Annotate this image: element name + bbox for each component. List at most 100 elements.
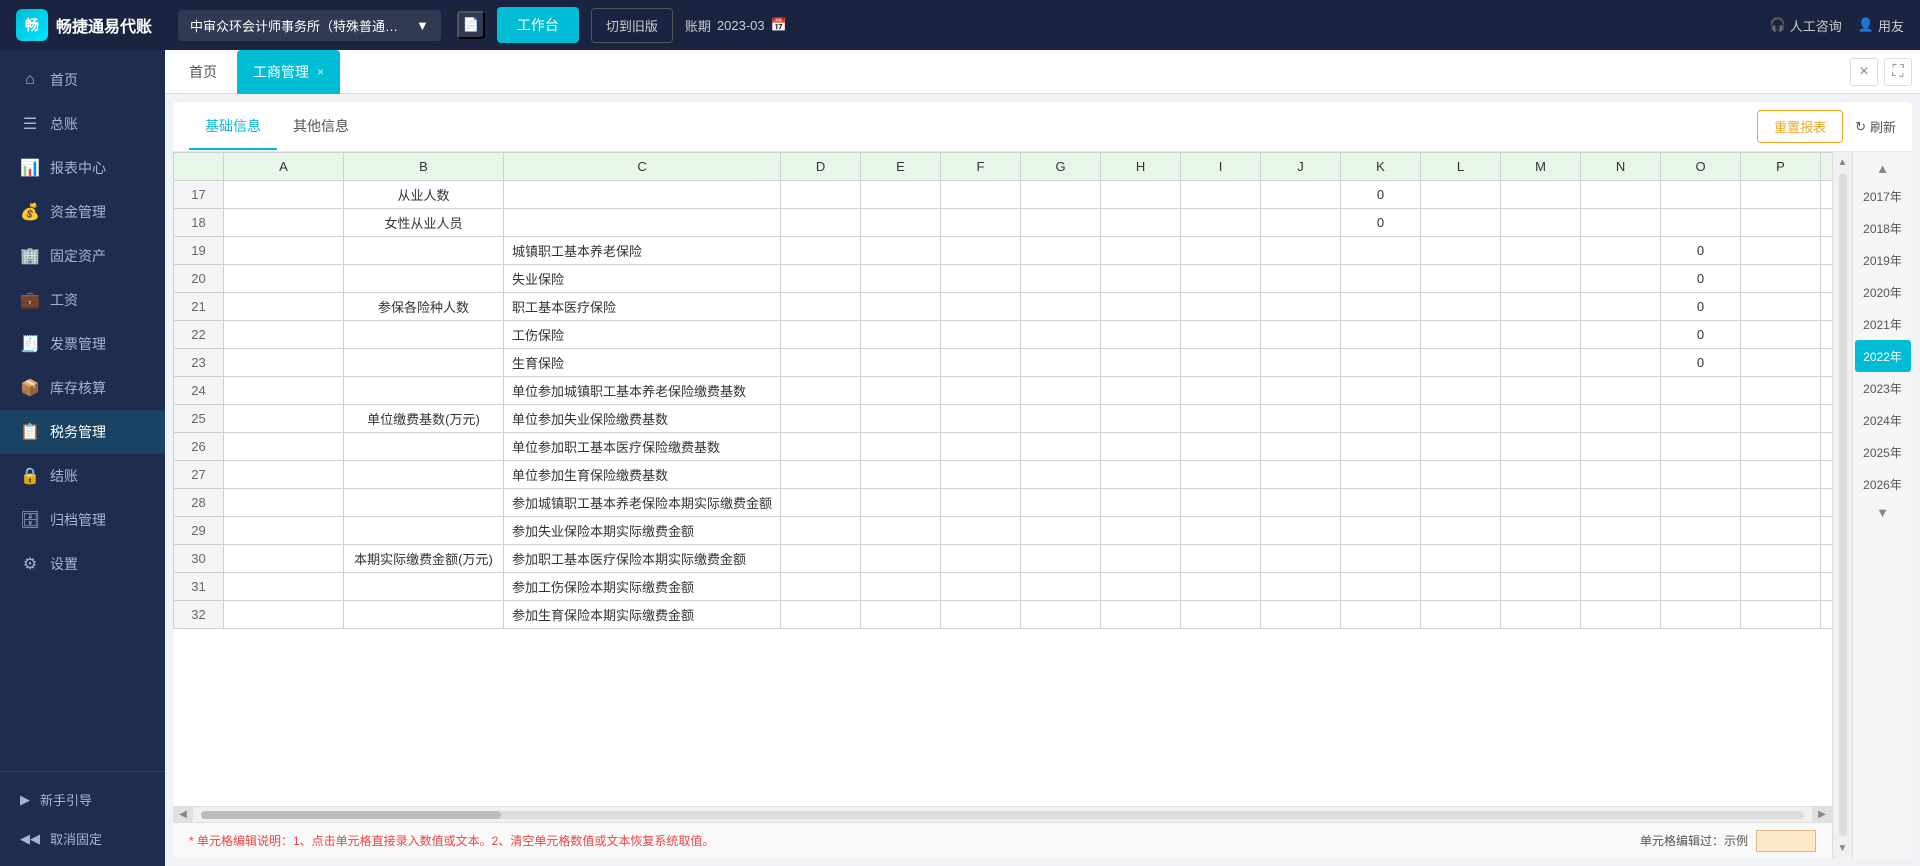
cell-data[interactable] bbox=[941, 489, 1021, 517]
cell-data[interactable] bbox=[1421, 489, 1501, 517]
cell-data[interactable] bbox=[1581, 517, 1661, 545]
cell-data[interactable] bbox=[781, 321, 861, 349]
document-icon-button[interactable]: 📄 bbox=[457, 11, 485, 39]
cell-data[interactable] bbox=[1501, 601, 1581, 629]
sidebar-item-closing[interactable]: 🔒 结账 bbox=[0, 454, 165, 498]
cell-data[interactable] bbox=[1741, 237, 1821, 265]
cell-data[interactable] bbox=[1501, 209, 1581, 237]
cell-b[interactable] bbox=[344, 601, 504, 629]
year-2018[interactable]: 2018年 bbox=[1855, 212, 1911, 244]
cell-data[interactable] bbox=[1181, 265, 1261, 293]
cell-o[interactable]: 0 bbox=[1661, 265, 1741, 293]
cell-k[interactable]: 0 bbox=[1341, 209, 1421, 237]
cell-data[interactable] bbox=[861, 209, 941, 237]
cell-data[interactable] bbox=[1421, 237, 1501, 265]
cell-b[interactable]: 从业人数 bbox=[344, 181, 504, 209]
cell-a[interactable] bbox=[224, 209, 344, 237]
cell-data[interactable] bbox=[861, 545, 941, 573]
cell-data[interactable] bbox=[941, 237, 1021, 265]
cell-data[interactable] bbox=[1741, 321, 1821, 349]
sidebar-item-settings[interactable]: ⚙ 设置 bbox=[0, 542, 165, 586]
cell-data[interactable] bbox=[1741, 405, 1821, 433]
cell-data[interactable] bbox=[1821, 405, 1832, 433]
cell-c[interactable]: 参加工伤保险本期实际缴费金额 bbox=[504, 573, 781, 601]
cell-data[interactable] bbox=[1421, 377, 1501, 405]
cell-data[interactable] bbox=[1741, 293, 1821, 321]
scroll-thumb[interactable] bbox=[201, 811, 501, 819]
cell-a[interactable] bbox=[224, 461, 344, 489]
cell-data[interactable] bbox=[1101, 545, 1181, 573]
cell-data[interactable] bbox=[1421, 461, 1501, 489]
cell-k[interactable] bbox=[1341, 293, 1421, 321]
cell-data[interactable] bbox=[1101, 433, 1181, 461]
cell-a[interactable] bbox=[224, 181, 344, 209]
cell-data[interactable] bbox=[1581, 489, 1661, 517]
cell-data[interactable] bbox=[1581, 433, 1661, 461]
cell-data[interactable] bbox=[1581, 601, 1661, 629]
cell-data[interactable] bbox=[941, 573, 1021, 601]
year-2021[interactable]: 2021年 bbox=[1855, 308, 1911, 340]
cell-data[interactable] bbox=[1741, 265, 1821, 293]
cell-data[interactable] bbox=[1421, 209, 1501, 237]
cell-data[interactable] bbox=[861, 181, 941, 209]
cell-data[interactable] bbox=[941, 461, 1021, 489]
sidebar-item-invoice[interactable]: 🧾 发票管理 bbox=[0, 322, 165, 366]
cell-c[interactable]: 生育保险 bbox=[504, 349, 781, 377]
calendar-icon[interactable]: 📅 bbox=[771, 17, 787, 33]
cell-data[interactable] bbox=[1181, 321, 1261, 349]
cell-data[interactable] bbox=[1501, 405, 1581, 433]
cell-data[interactable] bbox=[1021, 209, 1101, 237]
cell-data[interactable] bbox=[1101, 321, 1181, 349]
cell-o[interactable]: 0 bbox=[1661, 237, 1741, 265]
sidebar-item-newbie[interactable]: ▶ 新手引导 bbox=[0, 780, 165, 819]
cell-data[interactable] bbox=[1261, 405, 1341, 433]
cell-data[interactable] bbox=[1261, 601, 1341, 629]
cell-o[interactable] bbox=[1661, 545, 1741, 573]
cell-data[interactable] bbox=[1581, 293, 1661, 321]
cell-k[interactable] bbox=[1341, 601, 1421, 629]
cell-b[interactable] bbox=[344, 489, 504, 517]
cell-data[interactable] bbox=[1021, 377, 1101, 405]
cell-c[interactable]: 参加生育保险本期实际缴费金额 bbox=[504, 601, 781, 629]
sidebar-item-funds[interactable]: 💰 资金管理 bbox=[0, 190, 165, 234]
cell-c[interactable]: 单位参加失业保险缴费基数 bbox=[504, 405, 781, 433]
cell-data[interactable] bbox=[1021, 489, 1101, 517]
cell-data[interactable] bbox=[1741, 545, 1821, 573]
sidebar-item-unpin[interactable]: ◀◀ 取消固定 bbox=[0, 819, 165, 858]
cell-data[interactable] bbox=[781, 517, 861, 545]
cell-data[interactable] bbox=[861, 293, 941, 321]
cell-data[interactable] bbox=[1821, 601, 1832, 629]
year-2017[interactable]: 2017年 bbox=[1855, 180, 1911, 212]
cell-data[interactable] bbox=[1501, 349, 1581, 377]
cell-data[interactable] bbox=[1741, 461, 1821, 489]
cell-k[interactable] bbox=[1341, 265, 1421, 293]
cell-data[interactable] bbox=[781, 433, 861, 461]
cell-data[interactable] bbox=[1501, 321, 1581, 349]
cell-data[interactable] bbox=[1821, 349, 1832, 377]
cell-data[interactable] bbox=[941, 209, 1021, 237]
cell-data[interactable] bbox=[1421, 405, 1501, 433]
cell-data[interactable] bbox=[861, 405, 941, 433]
cell-data[interactable] bbox=[1821, 573, 1832, 601]
cell-a[interactable] bbox=[224, 377, 344, 405]
cell-data[interactable] bbox=[1021, 181, 1101, 209]
cell-data[interactable] bbox=[1021, 293, 1101, 321]
cell-data[interactable] bbox=[1741, 433, 1821, 461]
cell-data[interactable] bbox=[781, 237, 861, 265]
cell-data[interactable] bbox=[1421, 293, 1501, 321]
cell-data[interactable] bbox=[861, 349, 941, 377]
cell-data[interactable] bbox=[1421, 181, 1501, 209]
cell-data[interactable] bbox=[1501, 489, 1581, 517]
cell-data[interactable] bbox=[781, 601, 861, 629]
cell-data[interactable] bbox=[1101, 377, 1181, 405]
window-close-button[interactable]: × bbox=[1850, 58, 1878, 86]
cell-b[interactable]: 单位缴费基数(万元) bbox=[344, 405, 504, 433]
cell-k[interactable] bbox=[1341, 517, 1421, 545]
cell-data[interactable] bbox=[1581, 461, 1661, 489]
cell-data[interactable] bbox=[1821, 181, 1832, 209]
cell-data[interactable] bbox=[1821, 517, 1832, 545]
cell-data[interactable] bbox=[1181, 209, 1261, 237]
spreadsheet-scroll[interactable]: A B C D E F G H I J bbox=[173, 152, 1832, 806]
cell-c[interactable]: 单位参加生育保险缴费基数 bbox=[504, 461, 781, 489]
cell-k[interactable] bbox=[1341, 349, 1421, 377]
